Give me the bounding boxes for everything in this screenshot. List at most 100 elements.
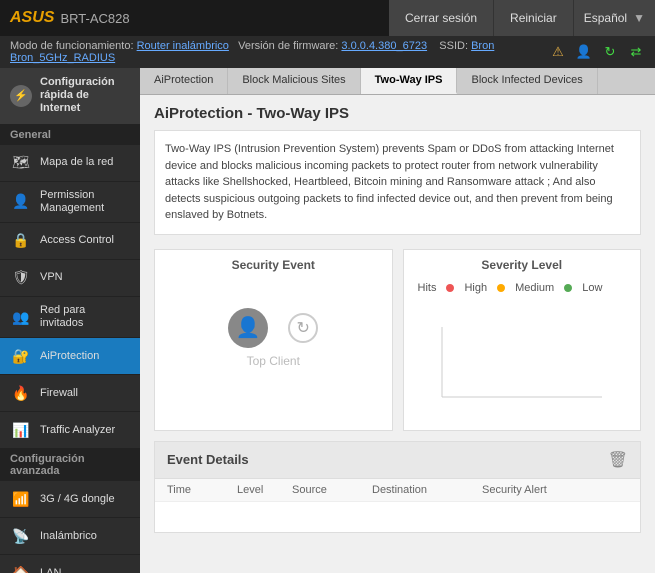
- severity-chart-svg: [432, 317, 612, 407]
- chevron-down-icon: ▼: [633, 11, 645, 25]
- general-group-label: General: [0, 125, 140, 145]
- advanced-group-label: Configuración avanzada: [0, 449, 140, 481]
- header-buttons: Cerrar sesión Reiniciar Español ▼: [389, 0, 655, 36]
- user-icon: 👤: [575, 43, 593, 61]
- vpn-label: VPN: [40, 271, 63, 284]
- tab-aiprotection[interactable]: AiProtection: [140, 68, 228, 94]
- sidebar-item-permission[interactable]: 👤 PermissionManagement: [0, 182, 140, 223]
- event-details-section: Event Details 🗑 Time Level Source Destin…: [154, 441, 641, 533]
- sidebar-item-vpn[interactable]: 🛡 VPN: [0, 260, 140, 297]
- content-body: AiProtection - Two-Way IPS Two-Way IPS (…: [140, 95, 655, 573]
- traffic-analyzer-icon: 📊: [10, 419, 32, 441]
- logout-button[interactable]: Cerrar sesión: [389, 0, 494, 36]
- content-description: Two-Way IPS (Intrusion Prevention System…: [154, 130, 641, 235]
- col-destination-header: Destination: [372, 484, 482, 496]
- refresh-icon[interactable]: ↻: [601, 43, 619, 61]
- firewall-label: Firewall: [40, 387, 78, 400]
- traffic-analyzer-label: Traffic Analyzer: [40, 424, 115, 437]
- sidebar: ⚡ Configuraciónrápida de Internet Genera…: [0, 68, 140, 573]
- col-time-header: Time: [167, 484, 237, 496]
- header: ASUS BRT-AC828 Cerrar sesión Reiniciar E…: [0, 0, 655, 36]
- language-label: Español: [584, 11, 627, 25]
- event-details-header: Event Details 🗑: [155, 442, 640, 479]
- sidebar-item-access-control[interactable]: 🔒 Access Control: [0, 223, 140, 260]
- refresh-circle-icon[interactable]: ↻: [288, 313, 318, 343]
- permission-icon: 👤: [10, 191, 32, 213]
- trash-icon[interactable]: 🗑: [608, 450, 628, 470]
- mode-value[interactable]: Router inalámbrico: [137, 40, 229, 52]
- firewall-icon: 🔥: [10, 382, 32, 404]
- medium-label: Medium: [515, 282, 554, 294]
- user-avatar-icon: 👤: [228, 308, 268, 348]
- access-control-icon: 🔒: [10, 230, 32, 252]
- guest-network-label: Red para invitados: [40, 304, 130, 330]
- main-layout: ⚡ Configuraciónrápida de Internet Genera…: [0, 68, 655, 573]
- sidebar-item-traffic-analyzer[interactable]: 📊 Traffic Analyzer: [0, 412, 140, 449]
- network-map-icon: 🗺: [10, 152, 32, 174]
- logo: ASUS BRT-AC828: [0, 0, 140, 36]
- col-security-alert-header: Security Alert: [482, 484, 628, 496]
- ssid-2g[interactable]: Bron: [471, 40, 494, 52]
- security-event-chart: Security Event 👤 ↻ Top Client: [154, 249, 393, 431]
- content-area: AiProtection Block Malicious Sites Two-W…: [140, 68, 655, 573]
- tab-block-infected[interactable]: Block Infected Devices: [457, 68, 597, 94]
- top-client-label: Top Client: [247, 354, 300, 368]
- advanced-label-text: Configuración avanzada: [10, 453, 85, 477]
- network-map-label: Mapa de la red: [40, 156, 113, 169]
- language-selector[interactable]: Español ▼: [574, 0, 655, 36]
- logo-model: BRT-AC828: [60, 11, 129, 26]
- sidebar-item-wireless[interactable]: 📡 Inalámbrico: [0, 518, 140, 555]
- lan-label: LAN: [40, 567, 61, 573]
- sidebar-item-lan[interactable]: 🏠 LAN: [0, 555, 140, 573]
- event-details-title: Event Details: [167, 452, 249, 467]
- ssid-label: SSID:: [439, 40, 468, 52]
- high-label: High: [464, 282, 487, 294]
- firmware-value[interactable]: 3.0.0.4.380_6723: [341, 40, 427, 52]
- event-table-body: [155, 502, 640, 532]
- quick-config-icon: ⚡: [10, 85, 32, 107]
- sub-header-info: Modo de funcionamiento: Router inalámbri…: [10, 40, 549, 64]
- vpn-icon: 🛡: [10, 267, 32, 289]
- permission-label: PermissionManagement: [40, 189, 104, 215]
- mode-label: Modo de funcionamiento:: [10, 40, 134, 52]
- security-event-title: Security Event: [163, 258, 384, 272]
- severity-chart-inner: [412, 302, 633, 422]
- sidebar-item-guest-network[interactable]: 👥 Red para invitados: [0, 297, 140, 338]
- sidebar-item-3g-4g[interactable]: 📶 3G / 4G dongle: [0, 481, 140, 518]
- sidebar-item-firewall[interactable]: 🔥 Firewall: [0, 375, 140, 412]
- col-level-header: Level: [237, 484, 292, 496]
- hits-label: Hits: [418, 282, 437, 294]
- tab-block-malicious[interactable]: Block Malicious Sites: [228, 68, 360, 94]
- event-table-header: Time Level Source Destination Security A…: [155, 479, 640, 502]
- lan-icon: 🏠: [10, 562, 32, 573]
- aiprotection-icon: 🔐: [10, 345, 32, 367]
- sidebar-item-quick-config[interactable]: ⚡ Configuraciónrápida de Internet: [0, 68, 140, 125]
- restart-button[interactable]: Reiniciar: [494, 0, 574, 36]
- severity-level-chart: Severity Level Hits High Medium Low: [403, 249, 642, 431]
- warning-icon: ⚠: [549, 43, 567, 61]
- guest-network-icon: 👥: [10, 306, 32, 328]
- 3g-4g-label: 3G / 4G dongle: [40, 493, 115, 506]
- logo-asus: ASUS: [10, 9, 54, 27]
- sub-header: Modo de funcionamiento: Router inalámbri…: [0, 36, 655, 68]
- sidebar-item-network-map[interactable]: 🗺 Mapa de la red: [0, 145, 140, 182]
- charts-row: Security Event 👤 ↻ Top Client Severity L…: [154, 249, 641, 431]
- tab-two-way-ips[interactable]: Two-Way IPS: [361, 68, 458, 94]
- 3g-4g-icon: 📶: [10, 488, 32, 510]
- severity-legend: Hits High Medium Low: [412, 278, 633, 302]
- low-dot: [564, 284, 572, 292]
- col-source-header: Source: [292, 484, 372, 496]
- general-label-text: General: [10, 129, 51, 141]
- quick-config-label: Configuraciónrápida de Internet: [40, 76, 130, 116]
- low-label: Low: [582, 282, 602, 294]
- severity-level-title: Severity Level: [412, 258, 633, 272]
- high-dot: [446, 284, 454, 292]
- security-event-inner: 👤 ↻ Top Client: [163, 278, 384, 398]
- aiprotection-label: AiProtection: [40, 350, 99, 363]
- tabs-bar: AiProtection Block Malicious Sites Two-W…: [140, 68, 655, 95]
- page-title: AiProtection - Two-Way IPS: [154, 105, 641, 122]
- ssid-5g[interactable]: Bron_5GHz_RADIUS: [10, 52, 115, 64]
- header-status-icons: ⚠ 👤 ↻ ⇄: [549, 43, 645, 61]
- sidebar-item-aiprotection[interactable]: 🔐 AiProtection: [0, 338, 140, 375]
- wireless-icon: 📡: [10, 525, 32, 547]
